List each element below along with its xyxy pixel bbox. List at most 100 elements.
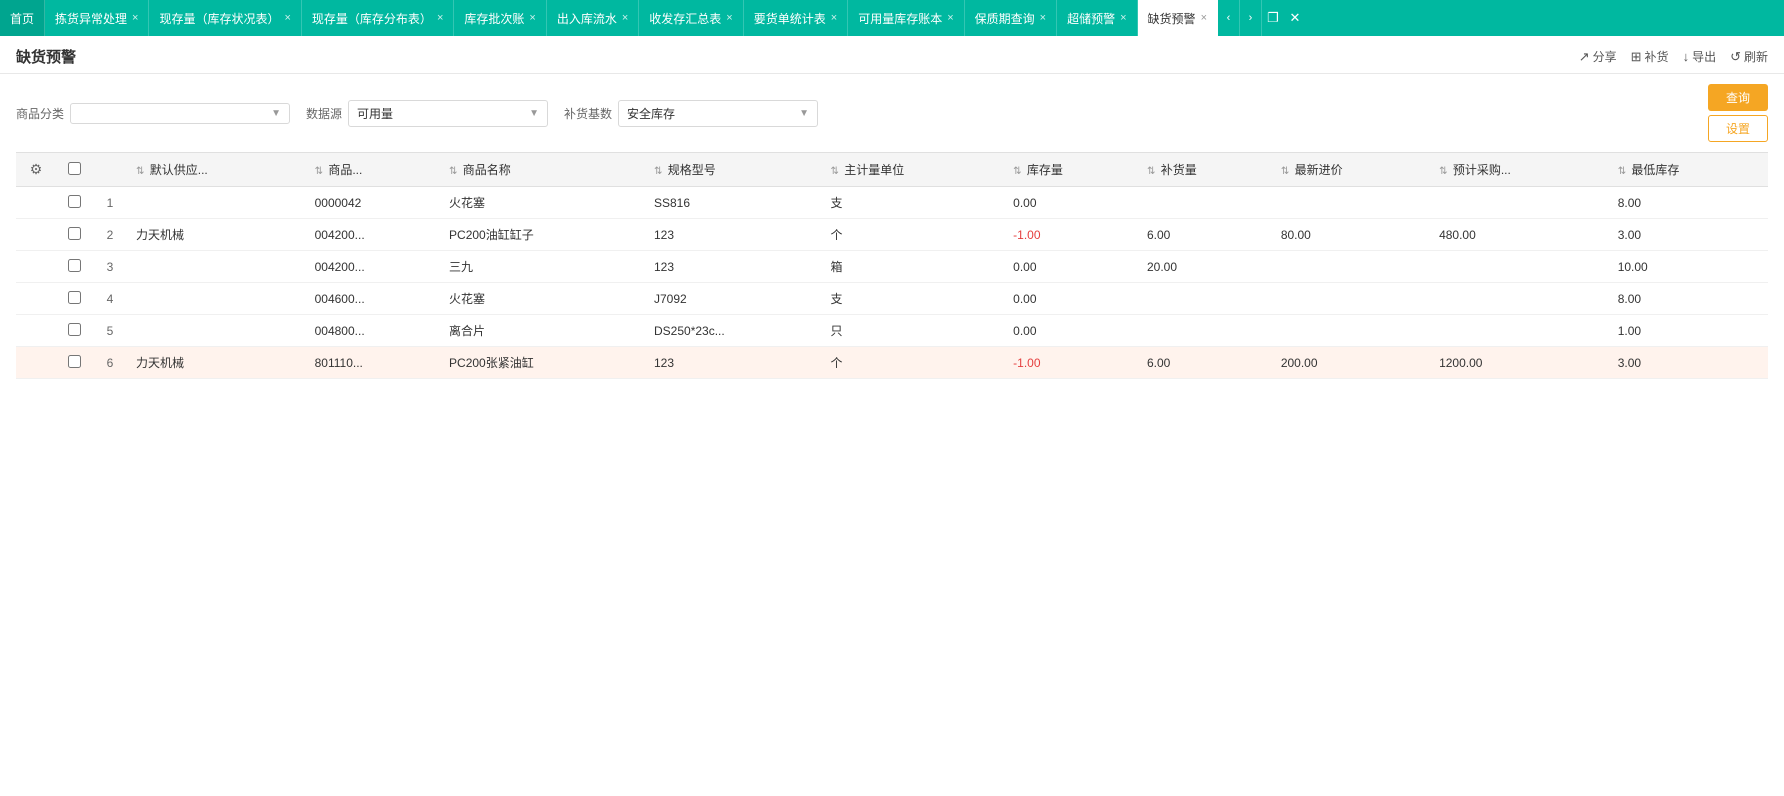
row-checkbox[interactable] (68, 355, 81, 368)
tab-available-ledger[interactable]: 可用量库存账本 × (848, 0, 964, 36)
row-unit: 支 (823, 283, 1006, 315)
replenish-base-label: 补货基数 (564, 105, 612, 122)
row-check[interactable] (56, 283, 92, 315)
row-min-stock: 10.00 (1610, 251, 1768, 283)
row-supplier: 力天机械 (128, 347, 307, 379)
col-spec-header[interactable]: ⇅ 规格型号 (646, 153, 823, 187)
row-product-code: 0000042 (307, 187, 441, 219)
tab-stock-dist[interactable]: 现存量（库存分布表） × (302, 0, 454, 36)
tab-restore-btn[interactable]: ❐ (1262, 0, 1284, 36)
row-replenish: 6.00 (1139, 347, 1273, 379)
col-product-code-header[interactable]: ⇅ 商品... (307, 153, 441, 187)
tab-batch-account[interactable]: 库存批次账 × (454, 0, 546, 36)
row-checkbox[interactable] (68, 323, 81, 336)
datasource-select[interactable]: 可用量 ▼ (348, 100, 548, 127)
tab-close-stock-status[interactable]: × (284, 12, 290, 24)
tab-inout-flow[interactable]: 出入库流水 × (547, 0, 639, 36)
row-gear (16, 315, 56, 347)
export-action[interactable]: ↓ 导出 (1683, 48, 1717, 65)
col-product-name-header[interactable]: ⇅ 商品名称 (441, 153, 646, 187)
header-actions: ↗ 分享 ⊞ 补货 ↓ 导出 ↺ 刷新 (1579, 48, 1768, 65)
row-checkbox[interactable] (68, 227, 81, 240)
min-stock-sort-icon: ⇅ (1618, 166, 1626, 177)
row-check[interactable] (56, 347, 92, 379)
est-purchase-sort-icon: ⇅ (1439, 166, 1447, 177)
query-button[interactable]: 查询 (1708, 84, 1768, 111)
col-min-stock-header[interactable]: ⇅ 最低库存 (1610, 153, 1768, 187)
row-check[interactable] (56, 251, 92, 283)
row-est-purchase: 480.00 (1431, 219, 1610, 251)
row-product-code: 004200... (307, 219, 441, 251)
tab-recv-summary[interactable]: 收发存汇总表 × (639, 0, 743, 36)
main-content: 缺货预警 ↗ 分享 ⊞ 补货 ↓ 导出 ↺ 刷新 商品分类 (0, 36, 1784, 796)
product-code-sort-icon: ⇅ (315, 166, 323, 177)
replenish-action[interactable]: ⊞ 补货 (1631, 48, 1669, 65)
table-body: 1 0000042 火花塞 SS816 支 0.00 8.00 2 力天机械 0… (16, 187, 1768, 379)
col-latest-price-header[interactable]: ⇅ 最新进价 (1273, 153, 1431, 187)
tab-close-abnormal[interactable]: × (132, 12, 138, 24)
tab-close-expiry[interactable]: × (1040, 12, 1046, 24)
select-all-checkbox[interactable] (68, 162, 81, 175)
tab-close-inout-flow[interactable]: × (622, 12, 628, 24)
row-stock: 0.00 (1005, 283, 1139, 315)
gear-settings-icon[interactable]: ⚙ (30, 161, 43, 177)
share-action[interactable]: ↗ 分享 (1579, 48, 1617, 65)
row-spec: DS250*23c... (646, 315, 823, 347)
tab-abnormal[interactable]: 拣货异常处理 × (45, 0, 149, 36)
col-gear-header[interactable]: ⚙ (16, 153, 56, 187)
row-supplier (128, 315, 307, 347)
row-stock: -1.00 (1005, 347, 1139, 379)
row-checkbox[interactable] (68, 291, 81, 304)
tab-prev-btn[interactable]: ‹ (1218, 0, 1240, 36)
row-checkbox[interactable] (68, 259, 81, 272)
row-checkbox[interactable] (68, 195, 81, 208)
category-select[interactable]: ▼ (70, 103, 290, 124)
row-check[interactable] (56, 315, 92, 347)
tab-close-batch-account[interactable]: × (529, 12, 535, 24)
col-check-header[interactable] (56, 153, 92, 187)
tab-overstock[interactable]: 超储预警 × (1057, 0, 1137, 36)
table-row: 2 力天机械 004200... PC200油缸缸子 123 个 -1.00 6… (16, 219, 1768, 251)
tab-close-overstock[interactable]: × (1120, 12, 1126, 24)
replenish-icon: ⊞ (1631, 49, 1642, 65)
tab-expiry[interactable]: 保质期查询 × (965, 0, 1057, 36)
row-replenish (1139, 315, 1273, 347)
row-supplier: 力天机械 (128, 219, 307, 251)
row-stock: 0.00 (1005, 187, 1139, 219)
tab-close-stock-dist[interactable]: × (437, 12, 443, 24)
tab-close-recv-summary[interactable]: × (726, 12, 732, 24)
col-num-header (92, 153, 128, 187)
tab-shortage[interactable]: 缺货预警 × (1138, 0, 1218, 36)
tab-home[interactable]: 首页 (0, 0, 45, 36)
datasource-filter-group: 数据源 可用量 ▼ (306, 100, 548, 127)
replenish-base-select[interactable]: 安全库存 ▼ (618, 100, 818, 127)
filter-bar: 商品分类 ▼ 数据源 可用量 ▼ 补货基数 安全库存 ▼ 查询 设置 (0, 74, 1784, 152)
col-stock-header[interactable]: ⇅ 库存量 (1005, 153, 1139, 187)
col-replenish-header[interactable]: ⇅ 补货量 (1139, 153, 1273, 187)
settings-button[interactable]: 设置 (1708, 115, 1768, 142)
row-replenish (1139, 187, 1273, 219)
row-est-purchase (1431, 315, 1610, 347)
row-latest-price (1273, 283, 1431, 315)
row-check[interactable] (56, 187, 92, 219)
category-dropdown-icon: ▼ (271, 108, 281, 119)
tab-close-available-ledger[interactable]: × (947, 12, 953, 24)
tab-next-btn[interactable]: › (1240, 0, 1262, 36)
refresh-action[interactable]: ↺ 刷新 (1730, 48, 1768, 65)
row-latest-price (1273, 251, 1431, 283)
category-filter-group: 商品分类 ▼ (16, 103, 290, 124)
tab-requisition[interactable]: 要货单统计表 × (744, 0, 848, 36)
col-unit-header[interactable]: ⇅ 主计量单位 (823, 153, 1006, 187)
col-est-purchase-header[interactable]: ⇅ 预计采购... (1431, 153, 1610, 187)
data-table: ⚙ ⇅ 默认供应... ⇅ 商品... ⇅ (16, 152, 1768, 379)
col-supplier-header[interactable]: ⇅ 默认供应... (128, 153, 307, 187)
row-check[interactable] (56, 219, 92, 251)
tab-stock-status[interactable]: 现存量（库存状况表） × (149, 0, 301, 36)
tab-close-btn[interactable]: ✕ (1284, 0, 1306, 36)
tab-close-shortage[interactable]: × (1201, 12, 1207, 24)
row-stock: 0.00 (1005, 251, 1139, 283)
row-gear (16, 347, 56, 379)
table-row: 1 0000042 火花塞 SS816 支 0.00 8.00 (16, 187, 1768, 219)
tab-close-requisition[interactable]: × (831, 12, 837, 24)
row-gear (16, 251, 56, 283)
